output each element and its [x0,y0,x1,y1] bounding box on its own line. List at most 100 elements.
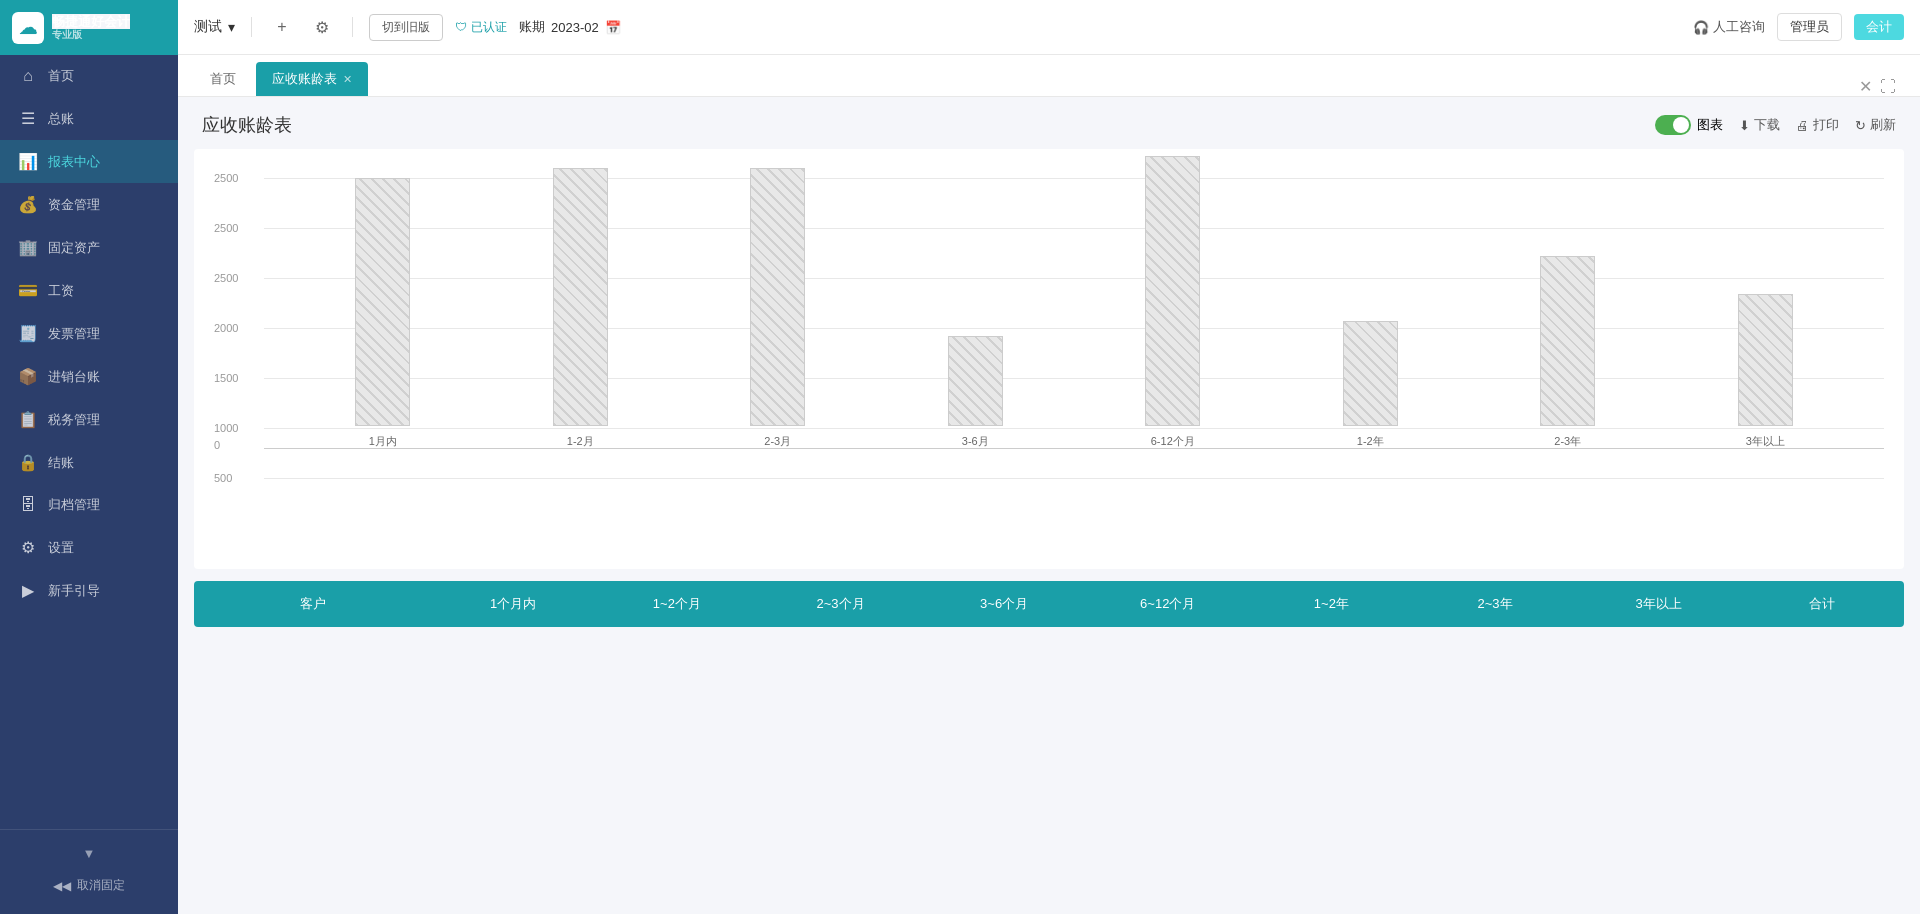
sidebar-item-funds[interactable]: 💰 资金管理 [0,183,178,226]
switch-version-button[interactable]: 切到旧版 [369,14,443,41]
salary-icon: 💳 [18,281,38,300]
certified-label: 已认证 [471,19,507,36]
user-label: 管理员 [1790,19,1829,34]
th-1month: 1个月内 [431,581,595,627]
topbar: 测试 ▾ + ⚙ 切到旧版 🛡 已认证 账期 2023-02 📅 🎧 人工咨询 [178,0,1920,55]
topbar-right: 🎧 人工咨询 管理员 会计 [1693,13,1904,41]
headset-icon: 🎧 [1693,20,1709,35]
switch-version-label: 切到旧版 [382,20,430,34]
refresh-icon: ↻ [1855,118,1866,133]
th-1-2month: 1~2个月 [595,581,759,627]
bar-group-2-3month: 2-3月 [750,168,805,449]
th-2-3month: 2~3个月 [759,581,923,627]
sidebar-item-closing[interactable]: 🔒 结账 [0,441,178,484]
th-total: 合计 [1740,581,1904,627]
y-label-2000: 2000 [214,322,238,334]
project-selector[interactable]: 测试 ▾ [194,18,235,36]
shield-icon: 🛡 [455,20,467,34]
ledger-icon: ☰ [18,109,38,128]
bar-group-1month: 1月内 [355,178,410,449]
closing-icon: 🔒 [18,453,38,472]
archive-icon: 🗄 [18,496,38,514]
tax-icon: 📋 [18,410,38,429]
logo-main: 畅捷通好会计 [52,14,130,30]
cancel-fixed-btn[interactable]: ◀◀ 取消固定 [0,867,178,904]
refresh-label: 刷新 [1870,116,1896,134]
bar-label-2-3year: 2-3年 [1554,434,1581,449]
sidebar-nav: ⌂ 首页 ☰ 总账 📊 报表中心 💰 资金管理 🏢 固定资产 💳 工资 🧾 发票… [0,55,178,829]
page-header: 应收账龄表 图表 ⬇ 下载 🖨 打印 ↻ 刷新 [178,97,1920,149]
guide-icon: ▶ [18,581,38,600]
chart-container: 2500 2500 2500 2000 1500 1000 500 0 [194,149,1904,569]
sidebar-item-tax[interactable]: 📋 税务管理 [0,398,178,441]
logo-icon: ☁ [12,12,44,44]
role-button[interactable]: 会计 [1854,14,1904,40]
tabbar: 首页 应收账龄表 ✕ ✕ ⛶ [178,55,1920,97]
y-label-zero: 0 [214,439,220,451]
sidebar-item-home[interactable]: ⌂ 首页 [0,55,178,97]
chart-toggle[interactable] [1655,115,1691,135]
sidebar: ☁ 畅捷通好会计 专业版 ⌂ 首页 ☰ 总账 📊 报表中心 💰 资金管理 🏢 固… [0,0,178,914]
sidebar-label-tax: 税务管理 [48,411,100,429]
sidebar-label-invoice: 发票管理 [48,325,100,343]
scroll-down-btn[interactable]: ▼ [0,840,178,867]
support-label: 人工咨询 [1713,18,1765,36]
user-button[interactable]: 管理员 [1777,13,1842,41]
chart-toggle-label: 图表 [1697,116,1723,134]
bar-group-3-6month: 3-6月 [948,336,1003,449]
page-actions: 图表 ⬇ 下载 🖨 打印 ↻ 刷新 [1655,115,1896,135]
refresh-button[interactable]: ↻ 刷新 [1855,116,1896,134]
th-3year-plus: 3年以上 [1577,581,1741,627]
bar-group-6-12month: 6-12个月 [1145,156,1200,449]
main-area: 测试 ▾ + ⚙ 切到旧版 🛡 已认证 账期 2023-02 📅 🎧 人工咨询 [178,0,1920,914]
sidebar-item-invoice[interactable]: 🧾 发票管理 [0,312,178,355]
topbar-settings-button[interactable]: ⚙ [308,13,336,41]
assets-icon: 🏢 [18,238,38,257]
th-6-12month: 6~12个月 [1086,581,1250,627]
report-icon: 📊 [18,152,38,171]
th-3-6month: 3~6个月 [922,581,1086,627]
window-maximize-button[interactable]: ⛶ [1880,78,1896,96]
cancel-fixed-label: 取消固定 [77,877,125,894]
sidebar-label-ledger: 总账 [48,110,74,128]
bar-chart: 2500 2500 2500 2000 1500 1000 500 0 [214,179,1884,549]
sidebar-label-guide: 新手引导 [48,582,100,600]
gear-icon: ⚙ [315,18,329,37]
bar-label-1month: 1月内 [369,434,397,449]
bar-group-1-2month: 1-2月 [553,168,608,449]
y-label-500: 500 [214,472,232,484]
sidebar-item-report[interactable]: 📊 报表中心 [0,140,178,183]
sidebar-item-archive[interactable]: 🗄 归档管理 [0,484,178,526]
th-1-2year: 1~2年 [1250,581,1414,627]
add-icon: + [277,18,286,36]
sidebar-item-guide[interactable]: ▶ 新手引导 [0,569,178,612]
cancel-fixed-icon: ◀◀ [53,879,71,893]
tab-home-label: 首页 [210,70,236,88]
sidebar-bottom: ▼ ◀◀ 取消固定 [0,829,178,914]
bar-1-2month [553,168,608,426]
sidebar-item-salary[interactable]: 💳 工资 [0,269,178,312]
y-label-2500a: 2500 [214,172,238,184]
support-button[interactable]: 🎧 人工咨询 [1693,18,1765,36]
sidebar-item-ledger[interactable]: ☰ 总账 [0,97,178,140]
certified-badge: 🛡 已认证 [455,19,507,36]
logo-sub: 专业版 [52,29,130,41]
print-icon: 🖨 [1796,118,1809,133]
download-button[interactable]: ⬇ 下载 [1739,116,1780,134]
bar-group-2-3year: 2-3年 [1540,256,1595,449]
chevron-down-icon: ▾ [228,19,235,35]
project-name: 测试 [194,18,222,36]
table-header: 客户 1个月内 1~2个月 2~3个月 3~6个月 6~12个月 1~2年 2~… [194,581,1904,627]
sidebar-item-assets[interactable]: 🏢 固定资产 [0,226,178,269]
window-close-button[interactable]: ✕ [1859,77,1872,96]
tab-home[interactable]: 首页 [194,62,252,96]
print-button[interactable]: 🖨 打印 [1796,116,1839,134]
sidebar-item-inventory[interactable]: 📦 进销台账 [0,355,178,398]
bar-label-3-6month: 3-6月 [962,434,989,449]
tab-aging[interactable]: 应收账龄表 ✕ [256,62,368,96]
sidebar-item-settings[interactable]: ⚙ 设置 [0,526,178,569]
funds-icon: 💰 [18,195,38,214]
add-button[interactable]: + [268,13,296,41]
bars-wrap: 1月内 1-2月 2-3月 3-6月 [264,179,1884,449]
tab-close-icon[interactable]: ✕ [343,73,352,86]
